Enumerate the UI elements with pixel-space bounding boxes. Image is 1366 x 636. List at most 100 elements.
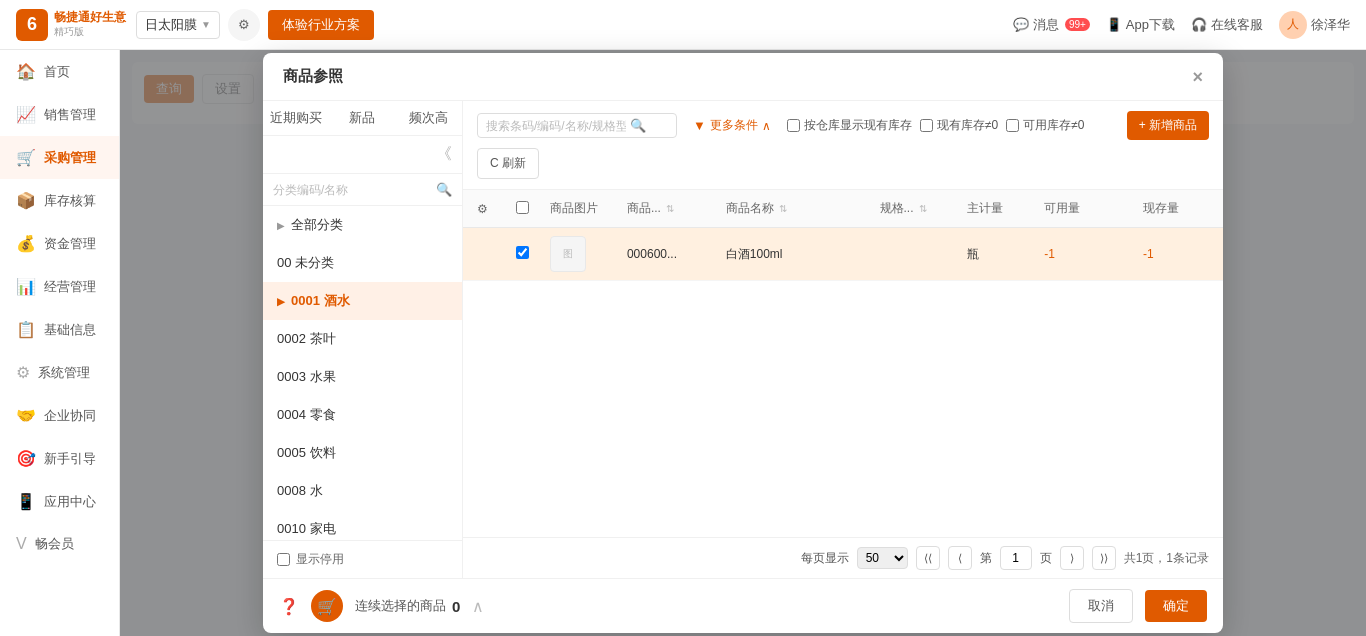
refresh-button[interactable]: C 刷新 bbox=[477, 148, 539, 179]
td-stock: -1 bbox=[1135, 228, 1223, 281]
settings-button[interactable]: ⚙ bbox=[228, 9, 260, 41]
sidebar-label-guide: 新手引导 bbox=[44, 450, 96, 468]
top-nav: 6 畅捷通好生意 精巧版 日太阳膜 ▼ ⚙ 体验行业方案 💬 消息 99+ 📱 … bbox=[0, 0, 1366, 50]
sidebar: 🏠 首页 📈 销售管理 🛒 采购管理 📦 库存核算 💰 资金管理 📊 经营管理 … bbox=[0, 50, 120, 636]
available-ne0-checkbox[interactable] bbox=[1006, 119, 1019, 132]
sidebar-label-inventory: 库存核算 bbox=[44, 192, 96, 210]
sort-spec-icon[interactable]: ⇅ bbox=[919, 203, 927, 214]
sidebar-label-home: 首页 bbox=[44, 63, 70, 81]
tab-new[interactable]: 新品 bbox=[329, 101, 395, 135]
category-search-input[interactable] bbox=[273, 183, 432, 197]
category-item-0003[interactable]: 0003 水果 bbox=[263, 358, 462, 396]
help-icon[interactable]: ❓ bbox=[279, 597, 299, 616]
add-product-button[interactable]: + 新增商品 bbox=[1127, 111, 1209, 140]
logo-text-area: 畅捷通好生意 精巧版 bbox=[54, 10, 126, 40]
show-disabled-label[interactable]: 显示停用 bbox=[296, 551, 344, 568]
modal-close-button[interactable]: × bbox=[1192, 68, 1203, 86]
category-item-0004[interactable]: 0004 零食 bbox=[263, 396, 462, 434]
stock-ne0-filter-label[interactable]: 现有库存≠0 bbox=[920, 117, 998, 134]
category-item-0001[interactable]: ▶ 0001 酒水 bbox=[263, 282, 462, 320]
warehouse-filter-label[interactable]: 按仓库显示现有库存 bbox=[787, 117, 912, 134]
panel-collapse-button[interactable]: 《 bbox=[263, 136, 462, 174]
inventory-icon: 📦 bbox=[16, 191, 36, 210]
td-image: 图 bbox=[542, 228, 619, 281]
sidebar-item-operations[interactable]: 📊 经营管理 bbox=[0, 265, 119, 308]
select-all-checkbox[interactable] bbox=[516, 201, 529, 214]
confirm-button[interactable]: 确定 bbox=[1145, 590, 1207, 622]
cart-icon[interactable]: 🛒 bbox=[311, 590, 343, 622]
next-page-button[interactable]: ⟩ bbox=[1060, 546, 1084, 570]
product-reference-modal: 商品参照 × 近期购买 新品 bbox=[263, 53, 1223, 633]
category-item-00[interactable]: 00 未分类 bbox=[263, 244, 462, 282]
last-page-button[interactable]: ⟩⟩ bbox=[1092, 546, 1116, 570]
user-area[interactable]: 人 徐泽华 bbox=[1279, 11, 1350, 39]
sidebar-label-purchase: 采购管理 bbox=[44, 149, 96, 167]
row-checkbox[interactable] bbox=[516, 246, 529, 259]
category-item-0010[interactable]: 0010 家电 bbox=[263, 510, 462, 540]
sidebar-item-inventory[interactable]: 📦 库存核算 bbox=[0, 179, 119, 222]
logo-sub: 精巧版 bbox=[54, 25, 126, 39]
available-ne0-filter-label[interactable]: 可用库存≠0 bbox=[1006, 117, 1084, 134]
category-label-00: 00 未分类 bbox=[277, 254, 334, 272]
stock-ne0-checkbox[interactable] bbox=[920, 119, 933, 132]
category-item-0002[interactable]: 0002 茶叶 bbox=[263, 320, 462, 358]
tab-frequent[interactable]: 频次高 bbox=[396, 101, 462, 135]
sidebar-label-basic-info: 基础信息 bbox=[44, 321, 96, 339]
page-input[interactable] bbox=[1000, 546, 1032, 570]
category-item-all[interactable]: ▶ 全部分类 bbox=[263, 206, 462, 244]
store-selector[interactable]: 日太阳膜 ▼ bbox=[136, 11, 220, 39]
settings-col-icon[interactable]: ⚙ bbox=[477, 202, 488, 216]
category-search-icon[interactable]: 🔍 bbox=[436, 182, 452, 197]
table-header: ⚙ 商品图片 bbox=[463, 190, 1223, 228]
tab-frequent-label: 频次高 bbox=[409, 110, 448, 125]
cancel-button[interactable]: 取消 bbox=[1069, 589, 1133, 623]
sort-code-icon[interactable]: ⇅ bbox=[666, 203, 674, 214]
home-icon: 🏠 bbox=[16, 62, 36, 81]
first-page-button[interactable]: ⟨⟨ bbox=[916, 546, 940, 570]
main-content: 查询 设置 商品参照 × bbox=[120, 50, 1366, 636]
th-stock: 现存量 bbox=[1135, 190, 1223, 228]
warehouse-filter-checkbox[interactable] bbox=[787, 119, 800, 132]
sort-name-icon[interactable]: ⇅ bbox=[779, 203, 787, 214]
product-table: ⚙ 商品图片 bbox=[463, 190, 1223, 281]
page-word: 第 bbox=[980, 550, 992, 567]
sidebar-item-guide[interactable]: 🎯 新手引导 bbox=[0, 437, 119, 480]
page-total-info: 共1页，1条记录 bbox=[1124, 550, 1209, 567]
table-row[interactable]: 图 000600... 白酒100ml bbox=[463, 228, 1223, 281]
online-service-button[interactable]: 🎧 在线客服 bbox=[1191, 16, 1263, 34]
prev-page-button[interactable]: ⟨ bbox=[948, 546, 972, 570]
main-layout: 🏠 首页 📈 销售管理 🛒 采购管理 📦 库存核算 💰 资金管理 📊 经营管理 … bbox=[0, 50, 1366, 636]
more-filter-button[interactable]: ▼ 更多条件 ∧ bbox=[685, 113, 779, 138]
category-item-0008[interactable]: 0008 水 bbox=[263, 472, 462, 510]
category-item-0005[interactable]: 0005 饮料 bbox=[263, 434, 462, 472]
finance-icon: 💰 bbox=[16, 234, 36, 253]
sidebar-label-sales: 销售管理 bbox=[44, 106, 96, 124]
per-page-label: 每页显示 bbox=[801, 550, 849, 567]
sidebar-item-system[interactable]: ⚙ 系统管理 bbox=[0, 351, 119, 394]
messages-button[interactable]: 💬 消息 99+ bbox=[1013, 16, 1090, 34]
th-name: 商品名称 ⇅ bbox=[718, 190, 872, 228]
th-image: 商品图片 bbox=[542, 190, 619, 228]
app-download-button[interactable]: 📱 App下载 bbox=[1106, 16, 1175, 34]
sidebar-item-sales[interactable]: 📈 销售管理 bbox=[0, 93, 119, 136]
product-search-input[interactable] bbox=[486, 119, 626, 133]
trial-button[interactable]: 体验行业方案 bbox=[268, 10, 374, 40]
sidebar-item-home[interactable]: 🏠 首页 bbox=[0, 50, 119, 93]
category-panel: 近期购买 新品 频次高 《 bbox=[263, 101, 463, 578]
username-label: 徐泽华 bbox=[1311, 16, 1350, 34]
search-icon[interactable]: 🔍 bbox=[630, 118, 646, 133]
sidebar-item-finance[interactable]: 💰 资金管理 bbox=[0, 222, 119, 265]
category-label-0005: 0005 饮料 bbox=[277, 444, 336, 462]
sidebar-item-member[interactable]: V 畅会员 bbox=[0, 523, 119, 565]
footer-collapse-icon[interactable]: ∧ bbox=[472, 597, 484, 616]
sidebar-item-enterprise[interactable]: 🤝 企业协同 bbox=[0, 394, 119, 437]
td-unit: 瓶 bbox=[959, 228, 1036, 281]
sidebar-item-app[interactable]: 📱 应用中心 bbox=[0, 480, 119, 523]
show-disabled-checkbox[interactable] bbox=[277, 553, 290, 566]
tab-recent[interactable]: 近期购买 bbox=[263, 101, 329, 135]
per-page-select[interactable]: 50 10 20 100 bbox=[857, 547, 908, 569]
sidebar-item-basic-info[interactable]: 📋 基础信息 bbox=[0, 308, 119, 351]
sidebar-item-purchase[interactable]: 🛒 采购管理 bbox=[0, 136, 119, 179]
logo-icon: 6 bbox=[16, 9, 48, 41]
modal-header: 商品参照 × bbox=[263, 53, 1223, 101]
